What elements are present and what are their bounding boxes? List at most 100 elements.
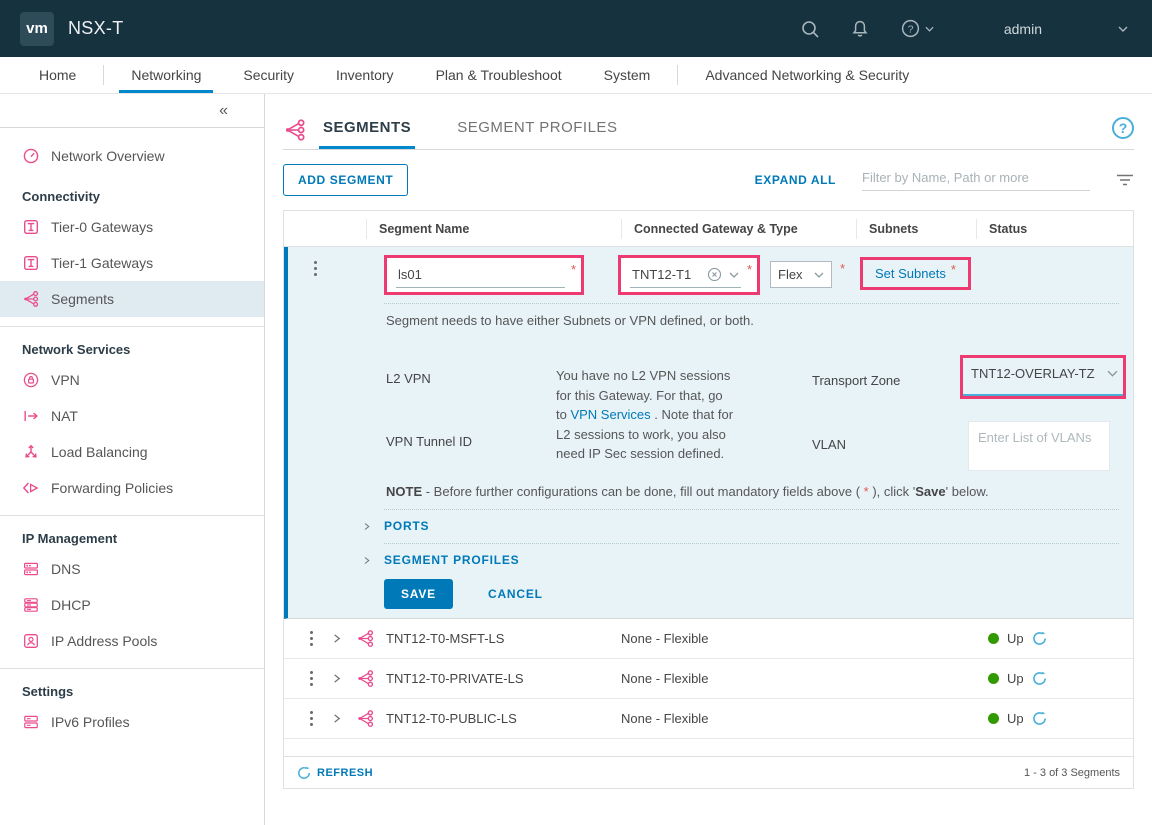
sidebar-item-ip-address-pools[interactable]: IP Address Pools [0,623,264,659]
row-expand-chevron-icon[interactable] [331,713,342,724]
transport-zone-select[interactable]: TNT12-OVERLAY-TZ [963,358,1123,396]
note-text: ' below. [946,484,989,499]
column-connected-gateway: Connected Gateway & Type [621,219,856,239]
row-menu-kebab-icon[interactable] [312,259,319,278]
chevron-down-icon[interactable] [729,272,739,278]
segment-name[interactable]: TNT12-T0-PRIVATE-LS [386,671,523,686]
note-save-word: Save [915,484,945,499]
sidebar-item-tier0-gateways[interactable]: Tier-0 Gateways [0,209,264,245]
sidebar-item-label: Tier-0 Gateways [51,219,153,235]
sidebar-item-label: NAT [51,408,78,424]
column-controls [284,219,366,239]
expand-all-button[interactable]: EXPAND ALL [755,173,836,187]
segment-gateway: None - Flexible [621,631,856,646]
row-menu-kebab-icon[interactable] [308,629,315,648]
tab-segment-profiles[interactable]: SEGMENT PROFILES [453,111,621,149]
note-text: ), click ' [869,484,916,499]
segment-profiles-expander[interactable]: SEGMENT PROFILES [362,553,519,567]
gateway-combobox[interactable]: TNT12-T1 [630,262,741,288]
tab-segments[interactable]: SEGMENTS [319,111,415,149]
top-bar-actions: ? admin [800,18,1128,39]
sidebar-item-ipv6-profiles[interactable]: IPv6 Profiles [0,704,264,740]
set-subnets-link[interactable]: Set Subnets [875,266,946,281]
sidebar-item-nat[interactable]: NAT [0,398,264,434]
nat-arrow-icon [22,407,40,425]
sidebar-item-dhcp[interactable]: DHCP [0,587,264,623]
sidebar-item-network-overview[interactable]: Network Overview [0,138,264,174]
cancel-button[interactable]: CANCEL [488,587,543,601]
row-expand-chevron-icon[interactable] [331,633,342,644]
forwarding-policies-icon [22,479,40,497]
nav-home[interactable]: Home [27,59,88,93]
add-segment-button[interactable]: ADD SEGMENT [283,164,408,196]
vlan-input[interactable] [969,422,1109,470]
segment-type-select[interactable]: Flex [770,261,832,288]
sidebar-section-ip-management: IP Management [0,516,264,551]
vpn-services-link[interactable]: VPN Services [570,407,650,422]
nav-advanced-networking[interactable]: Advanced Networking & Security [693,59,921,93]
nav-inventory[interactable]: Inventory [324,59,406,93]
ports-expander[interactable]: PORTS [362,519,429,533]
nav-security[interactable]: Security [231,59,306,93]
nav-plan-troubleshoot[interactable]: Plan & Troubleshoot [424,59,574,93]
sidebar-item-forwarding-policies[interactable]: Forwarding Policies [0,470,264,506]
status-refresh-icon[interactable] [1032,671,1047,686]
nav-networking[interactable]: Networking [119,59,213,93]
user-menu-chevron-icon[interactable] [1118,26,1128,32]
tier1-gateway-icon [22,254,40,272]
vpn-tunnel-id-label: VPN Tunnel ID [386,434,472,449]
sidebar-item-segments[interactable]: Segments [0,281,264,317]
help-glyph: ? [1119,120,1128,136]
status-refresh-icon[interactable] [1032,631,1047,646]
row-menu-kebab-icon[interactable] [308,709,315,728]
transport-zone-label: Transport Zone [812,373,900,388]
sidebar-item-vpn[interactable]: VPN [0,362,264,398]
segment-name[interactable]: TNT12-T0-PUBLIC-LS [386,711,517,726]
sidebar-section-network-services: Network Services [0,327,264,362]
editor-note: NOTE - Before further configurations can… [386,484,989,499]
segment-name[interactable]: TNT12-T0-MSFT-LS [386,631,504,646]
editor-hint: Segment needs to have either Subnets or … [386,313,754,328]
transport-zone-value: TNT12-OVERLAY-TZ [971,366,1095,381]
refresh-button[interactable]: REFRESH [297,766,373,780]
editor-divider [384,509,1119,510]
filter-icon[interactable] [1116,174,1134,186]
column-segment-name: Segment Name [366,219,621,239]
status-text: Up [1007,711,1024,726]
sidebar-item-load-balancing[interactable]: Load Balancing [0,434,264,470]
sidebar-item-label: Load Balancing [51,444,148,460]
notifications-bell-icon[interactable] [850,19,870,39]
filter-input-wrap [862,169,1090,191]
nsx-t-application: vm NSX-T ? admin Home Networking Securit… [0,0,1152,825]
search-icon[interactable] [800,19,820,39]
sidebar-collapse-button[interactable]: « [0,94,264,128]
svg-text:?: ? [907,23,913,35]
help-menu-icon[interactable]: ? [900,18,934,39]
table-row: TNT12-T0-MSFT-LS None - Flexible Up [284,619,1133,659]
row-expand-chevron-icon[interactable] [331,673,342,684]
status-up-dot [988,673,999,684]
segment-name-input[interactable] [398,267,563,282]
vmware-logo: vm [20,12,54,46]
user-menu[interactable]: admin [1004,21,1042,37]
required-asterisk: * [951,262,956,277]
segment-profiles-expander-label: SEGMENT PROFILES [384,553,519,567]
filter-input[interactable] [862,170,1090,185]
row-menu-kebab-icon[interactable] [308,669,315,688]
sidebar-item-tier1-gateways[interactable]: Tier-1 Gateways [0,245,264,281]
status-refresh-icon[interactable] [1032,711,1047,726]
gateway-value: TNT12-T1 [632,267,700,282]
status-text: Up [1007,631,1024,646]
page-help-icon[interactable]: ? [1112,117,1134,139]
column-subnets: Subnets [856,219,976,239]
status-text: Up [1007,671,1024,686]
save-button[interactable]: SAVE [384,579,453,609]
toolbar: ADD SEGMENT EXPAND ALL [283,164,1134,196]
editor-divider [384,303,1119,304]
ip-address-pools-icon [22,632,40,650]
sidebar-section-connectivity: Connectivity [0,174,264,209]
sidebar-item-dns[interactable]: DNS [0,551,264,587]
nav-system[interactable]: System [592,59,663,93]
annotation-box-transport-zone: TNT12-OVERLAY-TZ [960,355,1126,399]
clear-selection-icon[interactable] [707,267,722,282]
